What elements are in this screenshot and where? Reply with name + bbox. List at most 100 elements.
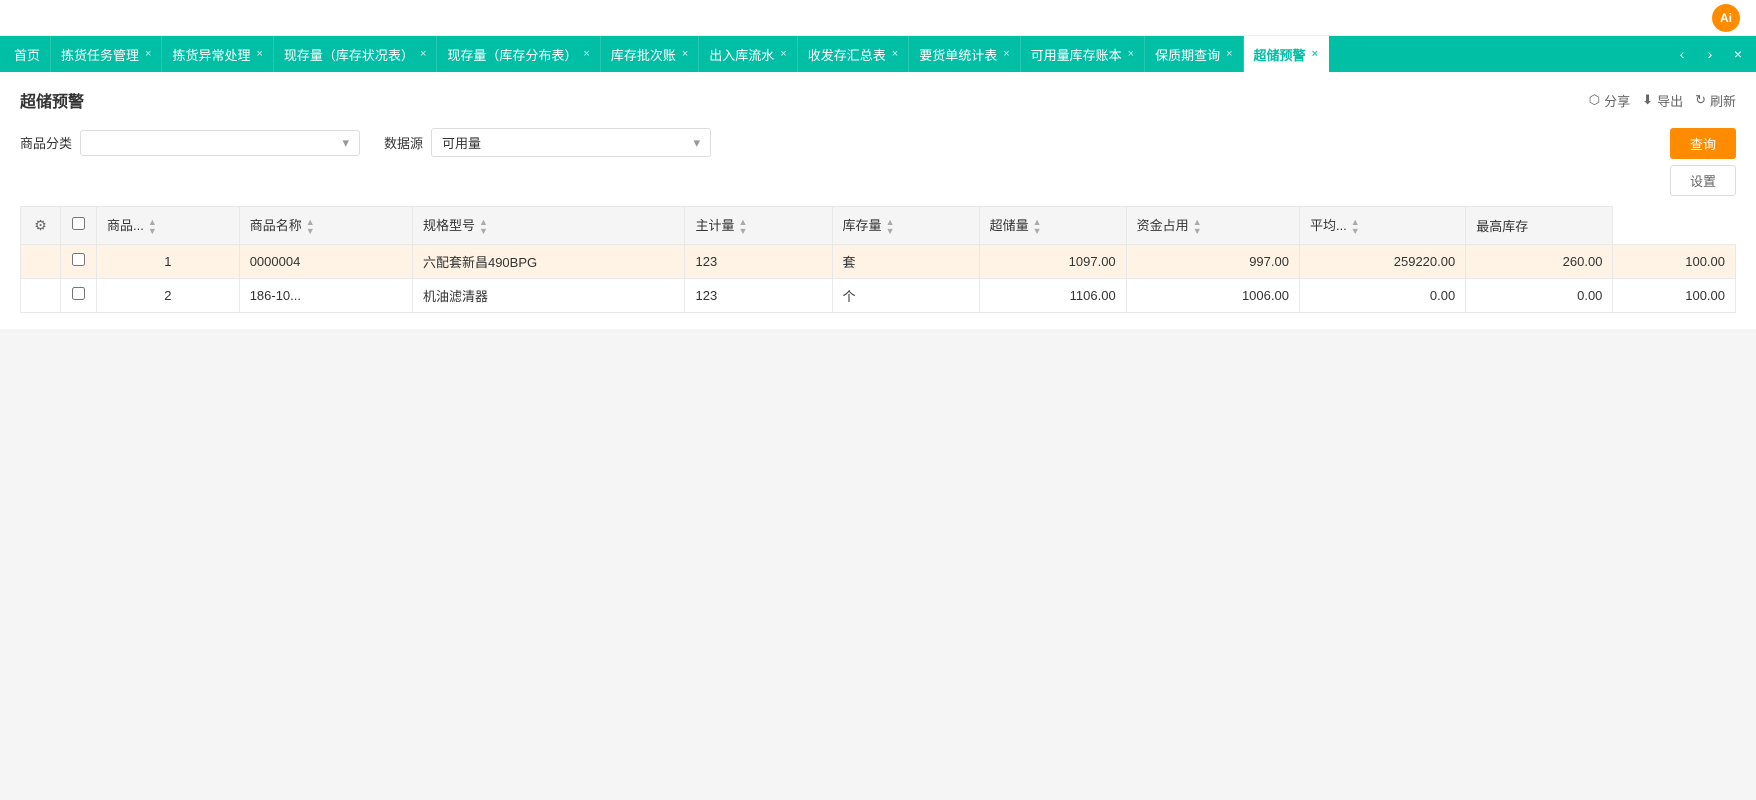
- col-label-product_name: 商品名称: [250, 218, 302, 233]
- row-product-code: 0000004: [239, 244, 412, 278]
- category-label: 商品分类: [20, 133, 72, 152]
- row-checkbox[interactable]: [72, 287, 85, 300]
- nav-item-label: 库存批次账: [611, 45, 676, 64]
- col-label-over_storage: 超储量: [990, 218, 1029, 233]
- sort-icon-product_name[interactable]: ▲▼: [306, 218, 315, 236]
- datasource-value: 可用量: [442, 133, 481, 152]
- row-avg: 260.00: [1466, 244, 1613, 278]
- close-icon[interactable]: ×: [1003, 48, 1009, 60]
- close-icon[interactable]: ×: [1226, 48, 1232, 60]
- share-icon: ⬡: [1589, 92, 1600, 108]
- datasource-filter: 数据源 可用量 ▾: [384, 128, 711, 157]
- col-header-spec[interactable]: 规格型号▲▼: [412, 207, 685, 245]
- col-header-over_storage[interactable]: 超储量 ▲▼: [979, 207, 1126, 245]
- col-label-avg: 平均...: [1310, 218, 1347, 233]
- sort-icon-over_storage[interactable]: ▲▼: [1033, 218, 1042, 236]
- nav-item-4[interactable]: 现存量（库存分布表） ×: [437, 36, 600, 72]
- close-icon[interactable]: ×: [1128, 48, 1134, 60]
- page-title: 超储预警: [20, 88, 84, 112]
- header-actions: ⬡ 分享 ⬇ 导出 ↻ 刷新: [1589, 91, 1736, 110]
- category-select[interactable]: ▾: [80, 130, 360, 156]
- close-icon[interactable]: ×: [682, 48, 688, 60]
- nav-item-label: 现存量（库存状况表）: [284, 45, 414, 64]
- close-icon[interactable]: ×: [583, 48, 589, 60]
- sort-icon-unit[interactable]: ▲▼: [739, 218, 748, 236]
- sort-icon-avg[interactable]: ▲▼: [1351, 218, 1360, 236]
- nav-item-1[interactable]: 拣货任务管理×: [51, 36, 162, 72]
- nav-item-5[interactable]: 库存批次账 ×: [601, 36, 699, 72]
- nav-item-9[interactable]: 可用量库存账本 ×: [1021, 36, 1145, 72]
- refresh-action[interactable]: ↻ 刷新: [1695, 91, 1736, 110]
- nav-item-0[interactable]: 首页: [4, 36, 51, 72]
- nav-item-label: 首页: [14, 45, 40, 64]
- close-icon[interactable]: ×: [892, 48, 898, 60]
- nav-next-button[interactable]: ›: [1696, 36, 1724, 72]
- col-header-product_name[interactable]: 商品名称 ▲▼: [239, 207, 412, 245]
- nav-prev-button[interactable]: ‹: [1668, 36, 1696, 72]
- sort-icon-stock[interactable]: ▲▼: [886, 218, 895, 236]
- nav-item-label: 可用量库存账本: [1031, 45, 1122, 64]
- select-all-checkbox[interactable]: [72, 217, 85, 230]
- col-header-capital[interactable]: 资金占用▲▼: [1126, 207, 1299, 245]
- sort-icon-capital[interactable]: ▲▼: [1193, 218, 1202, 236]
- row-product-name: 六配套新昌490BPG: [412, 244, 685, 278]
- col-header-stock[interactable]: 库存量▲▼: [832, 207, 979, 245]
- datasource-label: 数据源: [384, 133, 423, 152]
- nav-item-label: 要货单统计表: [919, 45, 997, 64]
- settings-button[interactable]: 设置: [1670, 165, 1736, 196]
- nav-item-2[interactable]: 拣货异常处理 ×: [162, 36, 273, 72]
- col-header-unit[interactable]: 主计量 ▲▼: [685, 207, 832, 245]
- close-icon[interactable]: ×: [420, 48, 426, 60]
- query-button[interactable]: 查询: [1670, 128, 1736, 159]
- col-label-unit: 主计量: [695, 218, 734, 233]
- nav-item-label: 现存量（库存分布表）: [447, 45, 577, 64]
- row-number: 2: [97, 278, 240, 312]
- table-row: 10000004六配套新昌490BPG123套1097.00997.002592…: [21, 244, 1736, 278]
- top-bar: Ai: [0, 0, 1756, 36]
- col-header-product_code[interactable]: 商品... ▲▼: [97, 207, 240, 245]
- close-icon[interactable]: ×: [145, 48, 151, 60]
- data-table: ⚙商品...▲▼商品名称▲▼规格型号▲▼主计量▲▼库存量▲▼超储量▲▼资金占用▲…: [20, 206, 1736, 313]
- col-label-product_code: 商品...: [107, 218, 144, 233]
- nav-item-11[interactable]: 超储预警 ×: [1244, 36, 1329, 72]
- page-header: 超储预警 ⬡ 分享 ⬇ 导出 ↻ 刷新: [20, 88, 1736, 112]
- row-checkbox-cell: [61, 244, 97, 278]
- row-spec: 123: [685, 244, 832, 278]
- row-capital: 259220.00: [1299, 244, 1465, 278]
- col-header-avg[interactable]: 平均... ▲▼: [1299, 207, 1465, 245]
- row-number: 1: [97, 244, 240, 278]
- sort-icon-product_code[interactable]: ▲▼: [148, 218, 157, 236]
- gear-icon[interactable]: ⚙: [34, 217, 47, 233]
- refresh-icon: ↻: [1695, 92, 1706, 108]
- export-action[interactable]: ⬇ 导出: [1642, 91, 1683, 110]
- nav-item-8[interactable]: 要货单统计表 ×: [909, 36, 1020, 72]
- row-over-storage: 1006.00: [1126, 278, 1299, 312]
- table-row: 2186-10...机油滤清器123个1106.001006.000.000.0…: [21, 278, 1736, 312]
- row-max-stock: 100.00: [1613, 244, 1736, 278]
- nav-bar: 首页拣货任务管理×拣货异常处理×现存量（库存状况表）×现存量（库存分布表）×库存…: [0, 36, 1756, 72]
- nav-arrows: ‹ › ×: [1668, 36, 1752, 72]
- nav-item-6[interactable]: 出入库流水×: [699, 36, 797, 72]
- row-stock: 1097.00: [979, 244, 1126, 278]
- close-icon[interactable]: ×: [780, 48, 786, 60]
- close-icon[interactable]: ×: [256, 48, 262, 60]
- row-stock: 1106.00: [979, 278, 1126, 312]
- nav-item-7[interactable]: 收发存汇总表×: [798, 36, 909, 72]
- row-checkbox[interactable]: [72, 253, 85, 266]
- row-checkbox-cell: [61, 278, 97, 312]
- col-label-max_stock: 最高库存: [1476, 219, 1528, 234]
- close-icon[interactable]: ×: [1312, 48, 1318, 60]
- nav-item-label: 超储预警: [1254, 45, 1306, 64]
- row-capital: 0.00: [1299, 278, 1465, 312]
- row-over-storage: 997.00: [1126, 244, 1299, 278]
- export-label: 导出: [1657, 91, 1683, 110]
- nav-close-button[interactable]: ×: [1724, 36, 1752, 72]
- datasource-select[interactable]: 可用量 ▾: [431, 128, 711, 157]
- nav-item-label: 拣货异常处理: [172, 45, 250, 64]
- sort-icon-spec[interactable]: ▲▼: [479, 218, 488, 236]
- refresh-label: 刷新: [1710, 91, 1736, 110]
- share-action[interactable]: ⬡ 分享: [1589, 91, 1630, 110]
- nav-item-3[interactable]: 现存量（库存状况表） ×: [274, 36, 437, 72]
- nav-item-label: 保质期查询: [1155, 45, 1220, 64]
- nav-item-10[interactable]: 保质期查询 ×: [1145, 36, 1243, 72]
